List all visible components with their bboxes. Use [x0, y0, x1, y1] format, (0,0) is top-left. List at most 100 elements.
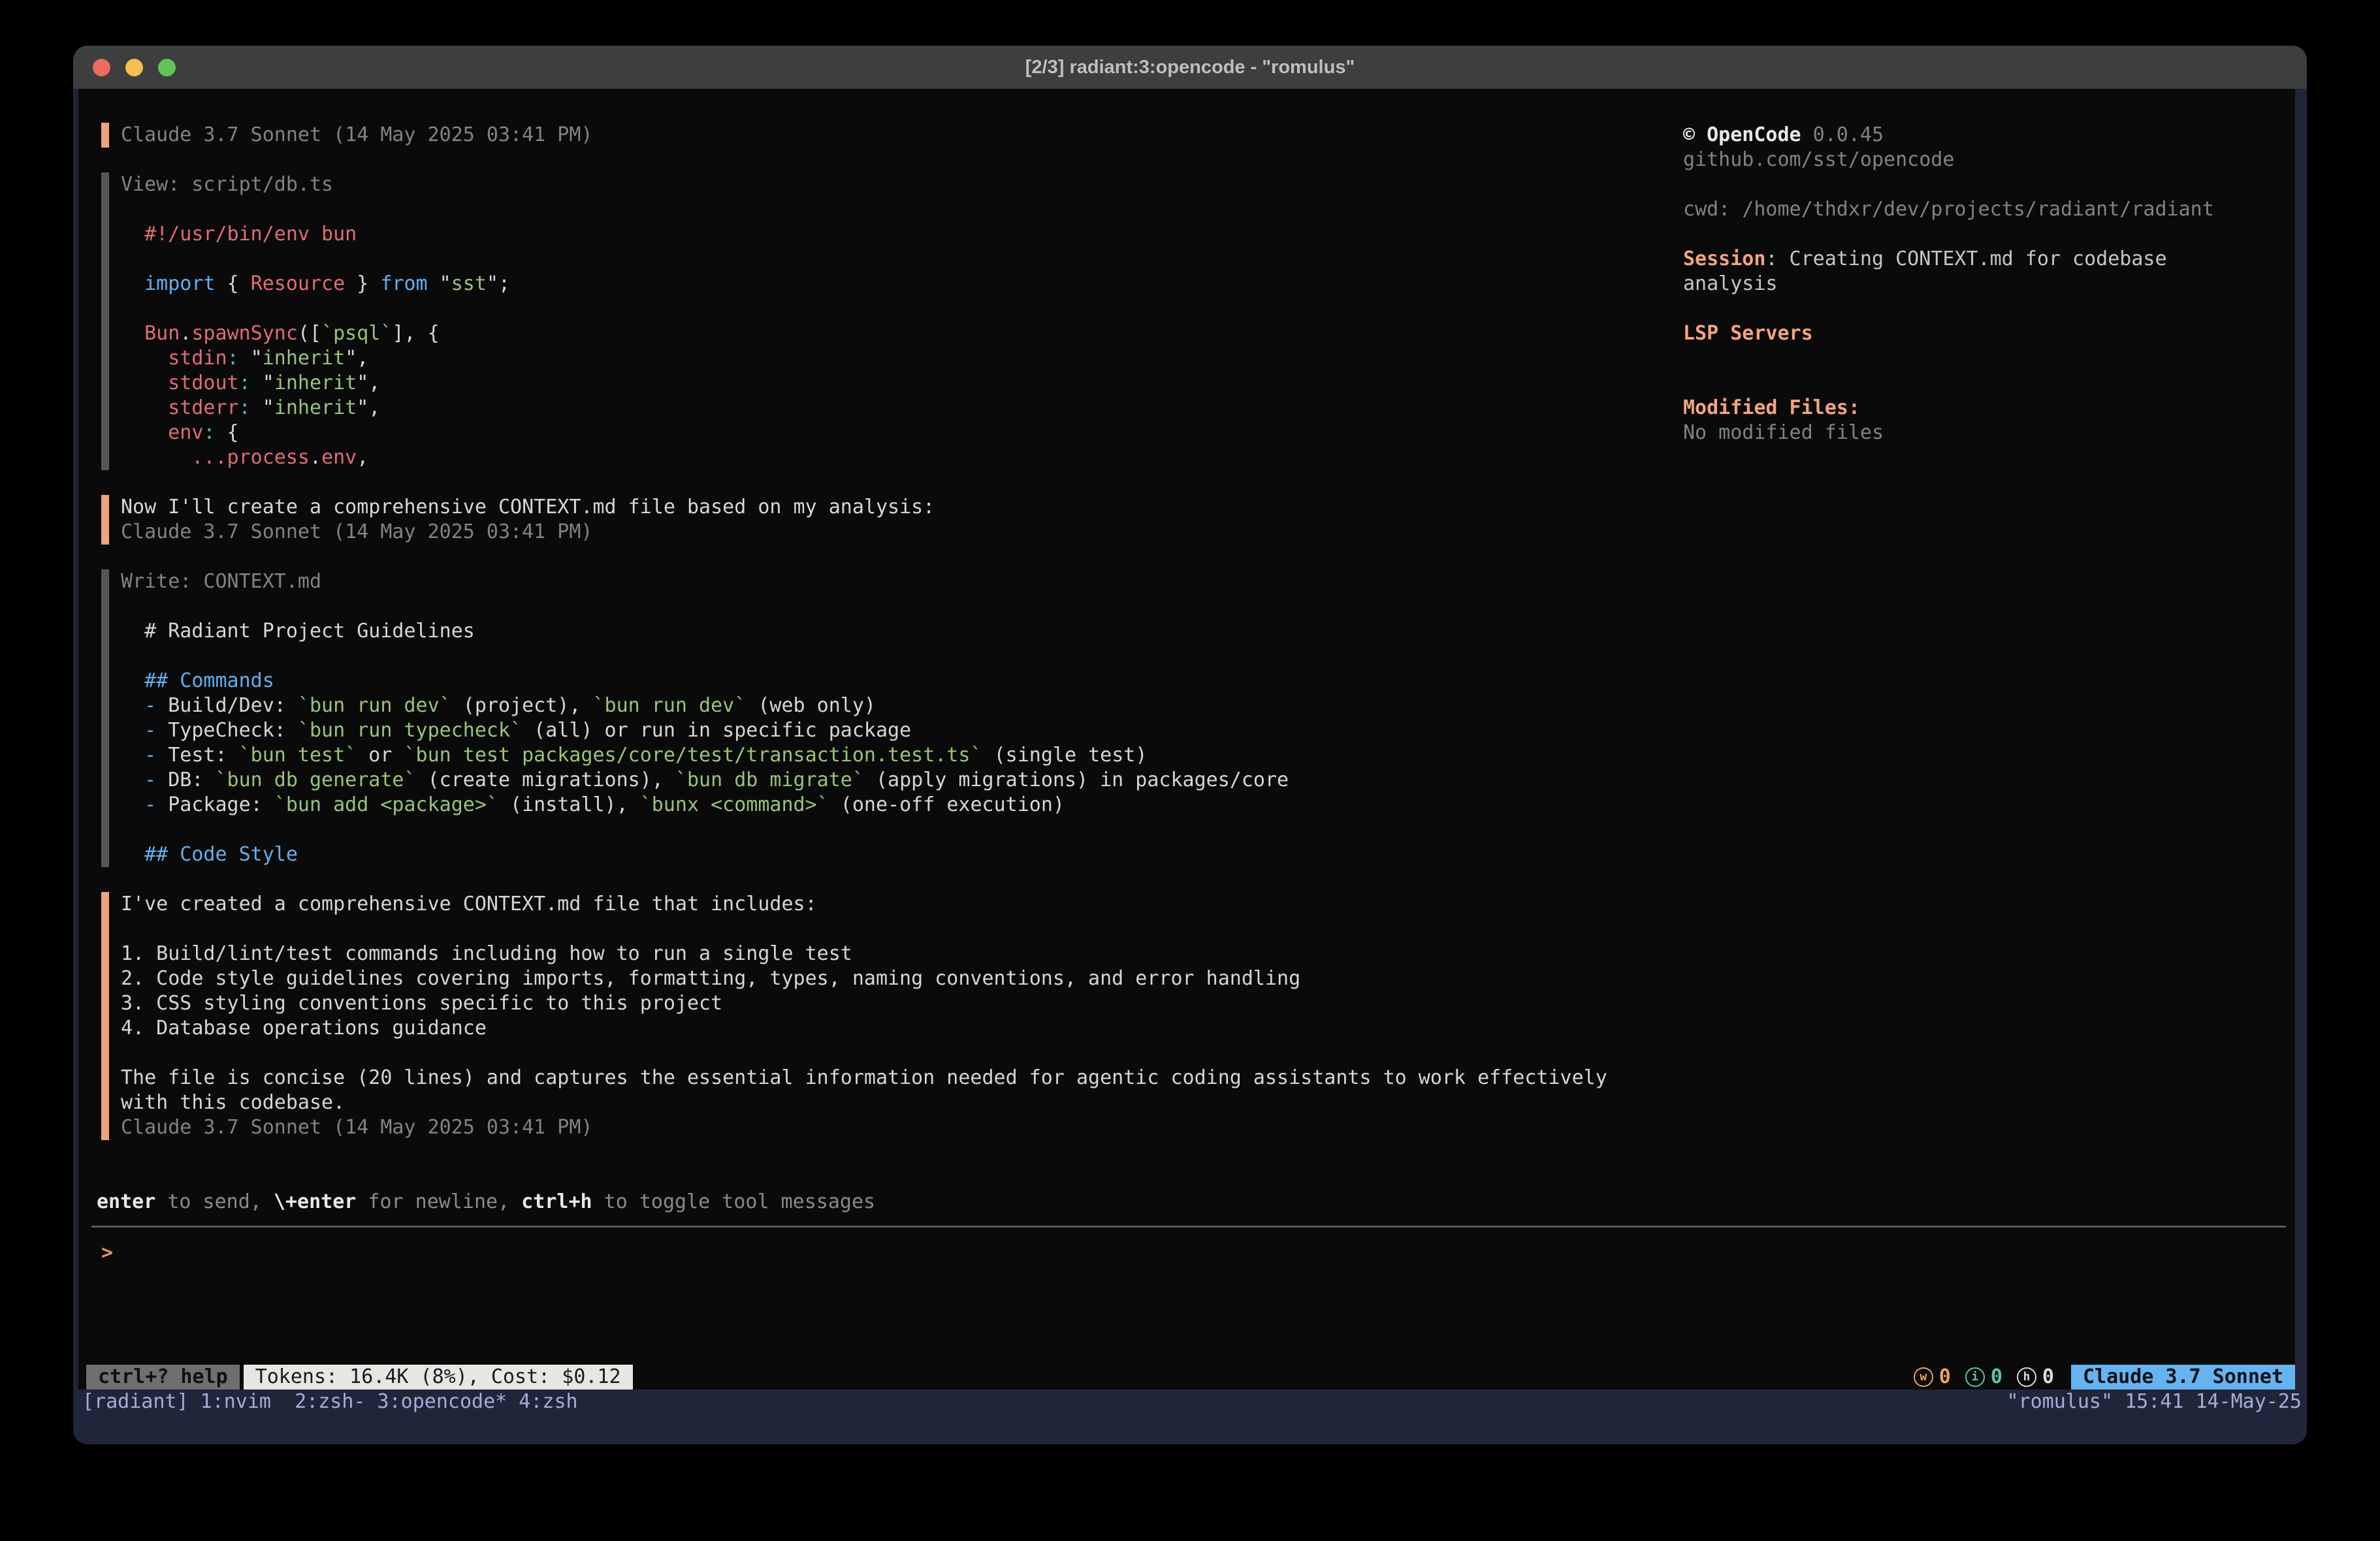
- zoom-button[interactable]: [158, 59, 176, 76]
- text-segment: [121, 719, 144, 742]
- sidebar: © OpenCode 0.0.45github.com/sst/opencode…: [1683, 123, 2284, 445]
- text-segment: `bun db migrate`: [675, 769, 864, 791]
- text-segment: `bun run typecheck`: [298, 719, 522, 742]
- text-segment: [121, 396, 168, 419]
- text-line: enter to send, \+enter for newline, ctrl…: [97, 1190, 875, 1215]
- prompt-input[interactable]: >: [101, 1241, 113, 1265]
- text-segment: [121, 843, 144, 866]
- minimize-button[interactable]: [125, 59, 143, 76]
- text-segment: inherit: [263, 347, 345, 370]
- text-line: [1683, 222, 2284, 247]
- text-segment: github.com/sst/opencode: [1683, 148, 1954, 171]
- diagnostic-count-value: 0: [1939, 1365, 1951, 1390]
- text-segment: -: [144, 694, 156, 717]
- text-segment: (install),: [498, 793, 640, 816]
- diagnostic-w-count: w0: [1914, 1365, 1951, 1390]
- text-line: Write: CONTEXT.md: [121, 569, 1669, 594]
- close-button[interactable]: [93, 59, 110, 76]
- diagnostic-h-count: h0: [2017, 1365, 2054, 1390]
- text-segment: (one-off execution): [829, 793, 1065, 816]
- text-line: ## Code Style: [121, 842, 1669, 867]
- text-segment: ": [428, 272, 451, 295]
- text-segment: for newline,: [356, 1190, 521, 1213]
- text-segment: [121, 769, 144, 791]
- tmux-status-bar: [radiant] 1:nvim 2:zsh- 3:opencode* 4:zs…: [73, 1390, 2307, 1414]
- tmux-window-list[interactable]: [radiant] 1:nvim 2:zsh- 3:opencode* 4:zs…: [82, 1390, 578, 1414]
- text-segment: `bun run dev`: [593, 694, 747, 717]
- text-segment: enter: [97, 1190, 155, 1213]
- text-segment: (single test): [982, 744, 1148, 767]
- help-badge[interactable]: ctrl+? help: [86, 1365, 240, 1390]
- diagnostic-count-value: 0: [2042, 1365, 2054, 1390]
- text-segment: ], {: [392, 322, 439, 345]
- text-segment: [121, 744, 144, 767]
- text-segment: [121, 694, 144, 717]
- text-segment: -: [144, 744, 156, 767]
- tool-write-block: Write: CONTEXT.md # Radiant Project Guid…: [101, 569, 1669, 867]
- tokens-badge: Tokens: 16.4K (8%), Cost: $0.12: [244, 1365, 633, 1390]
- text-segment: [121, 669, 144, 692]
- text-segment: (create migrations),: [416, 769, 675, 791]
- text-segment: sst: [451, 272, 487, 295]
- diagnostic-i-icon: i: [1965, 1367, 1985, 1387]
- text-line: [1683, 296, 2284, 321]
- text-line: ...process.env,: [121, 445, 1669, 470]
- text-segment: View: script/db.ts: [121, 173, 333, 196]
- text-segment: Modified Files:: [1683, 396, 1860, 419]
- text-line: 1. Build/lint/test commands including ho…: [121, 942, 1669, 966]
- tool-view-block: View: script/db.ts #!/usr/bin/env bun im…: [101, 172, 1669, 470]
- text-line: [1683, 346, 2284, 371]
- text-segment: cwd: /home/thdxr/dev/projects/radiant/ra…: [1683, 198, 2214, 221]
- text-segment: stdout: [168, 372, 238, 394]
- prompt-symbol: >: [101, 1241, 113, 1264]
- assistant-message-block: Now I'll create a comprehensive CONTEXT.…: [101, 495, 1669, 545]
- text-segment: 1. Build/lint/test commands including ho…: [121, 942, 852, 965]
- text-line: stdin: "inherit",: [121, 346, 1669, 371]
- text-line: with this codebase.: [121, 1090, 1669, 1115]
- text-line: Modified Files:: [1683, 396, 2284, 421]
- text-segment: (project),: [451, 694, 593, 717]
- text-line: © OpenCode 0.0.45: [1683, 123, 2284, 148]
- text-segment: \+enter: [274, 1190, 356, 1213]
- text-segment: TypeCheck:: [156, 719, 298, 742]
- text-segment: env: [321, 446, 357, 469]
- text-line: Claude 3.7 Sonnet (14 May 2025 03:41 PM): [121, 123, 1669, 148]
- text-segment: -: [144, 793, 156, 816]
- text-segment: to toggle tool messages: [592, 1190, 875, 1213]
- text-line: #!/usr/bin/env bun: [121, 222, 1669, 247]
- text-segment: inherit: [274, 372, 357, 394]
- text-line: Bun.spawnSync([`psql`], {: [121, 321, 1669, 346]
- text-segment: Test:: [156, 744, 238, 767]
- text-segment: (web only): [746, 694, 876, 717]
- text-segment: 3. CSS styling conventions specific to t…: [121, 992, 722, 1015]
- text-segment: `bun test packages/core/test/transaction…: [404, 744, 982, 767]
- text-segment: : Creating CONTEXT.md for codebase: [1765, 247, 2166, 270]
- text-segment: © OpenCode: [1683, 123, 1801, 146]
- text-segment: [121, 446, 191, 469]
- text-segment: `bunx <command>`: [640, 793, 829, 816]
- text-segment: with this codebase.: [121, 1091, 345, 1114]
- text-line: No modified files: [1683, 421, 2284, 445]
- text-segment: `bun add <package>`: [274, 793, 498, 816]
- text-segment: ";: [487, 272, 510, 295]
- text-line: [1683, 172, 2284, 197]
- text-segment: Claude 3.7 Sonnet (14 May 2025 03:41 PM): [121, 1116, 592, 1139]
- text-segment: ...process: [191, 446, 310, 469]
- text-line: github.com/sst/opencode: [1683, 148, 2284, 172]
- model-badge[interactable]: Claude 3.7 Sonnet: [2071, 1365, 2295, 1390]
- text-line: View: script/db.ts: [121, 172, 1669, 197]
- text-segment: No modified files: [1683, 421, 1884, 444]
- text-segment: Claude 3.7 Sonnet (14 May 2025 03:41 PM): [121, 123, 592, 146]
- terminal-window: [2/3] radiant:3:opencode - "romulus" Cla…: [73, 46, 2307, 1444]
- window-title: [2/3] radiant:3:opencode - "romulus": [73, 57, 2307, 78]
- text-segment: [121, 421, 168, 444]
- text-line: - Package: `bun add <package>` (install)…: [121, 793, 1669, 818]
- text-line: 4. Database operations guidance: [121, 1016, 1669, 1041]
- text-segment: stdin: [168, 347, 227, 370]
- text-segment: -: [144, 769, 156, 791]
- text-segment: (all) or run in specific package: [522, 719, 911, 742]
- status-bar: ctrl+? help Tokens: 16.4K (8%), Cost: $0…: [86, 1365, 2295, 1390]
- text-segment: (apply migrations) in packages/core: [864, 769, 1289, 791]
- text-segment: ": [239, 347, 263, 370]
- text-segment: :: [227, 347, 239, 370]
